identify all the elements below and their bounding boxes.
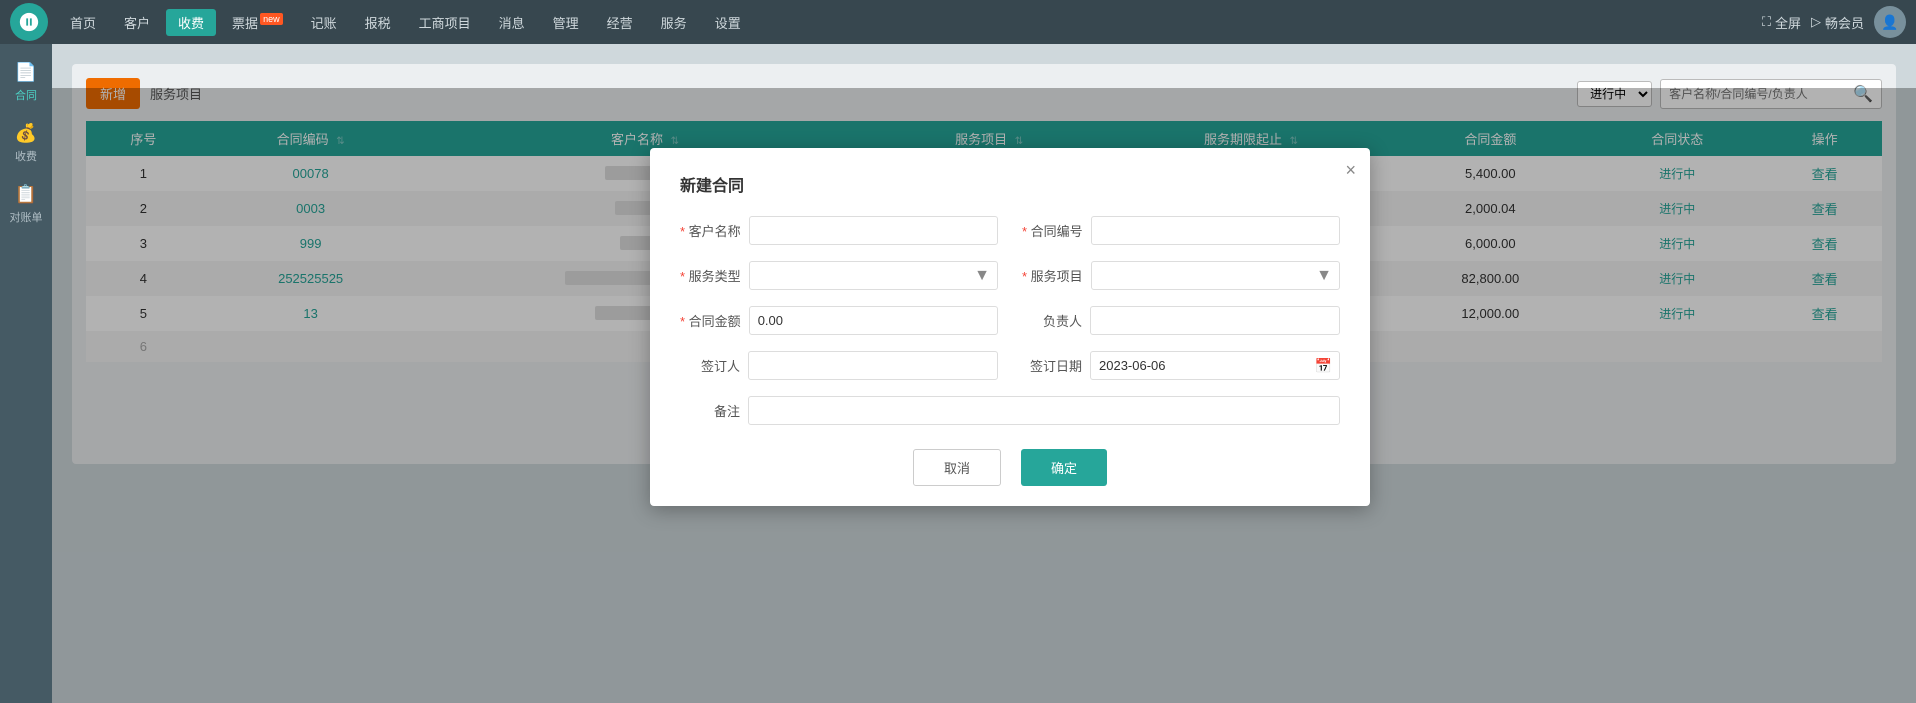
left-sidebar: 📄 合同 💰 收费 📋 对账单 [0,44,52,703]
app-logo [10,3,48,41]
field-sign-date: 签订日期 📅 [1022,351,1340,380]
invoice-icon: 💰 [15,123,37,144]
nav-manage[interactable]: 管理 [541,9,591,36]
nav-invoice-collect[interactable]: 收费 [166,9,216,36]
dialog-footer: 取消 确定 [680,449,1340,486]
dialog-form: 客户名称 合同编号 服务类型 ▼ 服务项目 [680,216,1340,425]
nav-tax[interactable]: 报税 [353,9,403,36]
nav-message[interactable]: 消息 [487,9,537,36]
label-remark: 备注 [680,401,740,420]
nav-service[interactable]: 服务 [649,9,699,36]
sidebar-item-contract[interactable]: 📄 合同 [2,54,50,111]
field-service-item: 服务项目 ▼ [1022,261,1340,290]
play-icon: ▷ [1811,14,1821,30]
nav-operation[interactable]: 经营 [595,9,645,36]
label-service-type: 服务类型 [680,266,741,285]
select-service-item[interactable] [1091,261,1340,290]
label-contract-no: 合同编号 [1022,221,1083,240]
field-customer-name: 客户名称 [680,216,998,245]
dialog-close-button[interactable]: × [1345,160,1356,181]
label-customer-name: 客户名称 [680,221,741,240]
confirm-button[interactable]: 确定 [1021,449,1107,486]
input-remark[interactable] [748,396,1340,425]
dialog-title: 新建合同 [680,172,1340,196]
field-remark: 备注 [680,396,1340,425]
field-contract-no: 合同编号 [1022,216,1340,245]
input-contract-no[interactable] [1091,216,1340,245]
nav-right: ⛶ 全屏 ▷ 畅会员 👤 [1762,6,1906,38]
member-label: 畅会员 [1825,13,1864,32]
label-sign-date: 签订日期 [1022,356,1082,375]
main-content: 新增 服务项目 进行中 已完成 已终止 🔍 序号 合同 [52,44,1916,703]
contract-icon: 📄 [15,62,37,83]
calendar-icon[interactable]: 📅 [1315,357,1332,374]
nav-home[interactable]: 首页 [58,9,108,36]
field-responsible: 负责人 [1022,306,1340,335]
sidebar-item-label-invoice: 收费 [15,148,37,164]
nav-bookkeeping[interactable]: 记账 [299,9,349,36]
nav-industry[interactable]: 工商项目 [407,9,483,36]
input-customer-name[interactable] [749,216,998,245]
input-signer[interactable] [748,351,998,380]
new-contract-dialog: × 新建合同 客户名称 合同编号 服务类型 ▼ [650,148,1370,506]
fullscreen-button[interactable]: ⛶ 全屏 [1762,13,1801,32]
statement-icon: 📋 [15,184,37,205]
member-button[interactable]: ▷ 畅会员 [1811,13,1864,32]
input-contract-amount[interactable] [749,306,998,335]
nav-items: 首页 客户 收费 票据new 记账 报税 工商项目 消息 管理 经营 服务 设置 [58,9,1762,36]
input-sign-date[interactable] [1090,351,1340,380]
sidebar-item-label-contract: 合同 [15,87,37,103]
field-signer: 签订人 [680,351,998,380]
field-service-type: 服务类型 ▼ [680,261,998,290]
cancel-button[interactable]: 取消 [913,449,1001,486]
sidebar-item-statement[interactable]: 📋 对账单 [2,176,50,233]
new-badge: new [260,13,283,25]
dialog-overlay: × 新建合同 客户名称 合同编号 服务类型 ▼ [52,88,1916,703]
label-signer: 签订人 [680,356,740,375]
top-nav: 首页 客户 收费 票据new 记账 报税 工商项目 消息 管理 经营 服务 设置… [0,0,1916,44]
select-service-type[interactable] [749,261,998,290]
sidebar-item-invoice[interactable]: 💰 收费 [2,115,50,172]
fullscreen-icon: ⛶ [1762,14,1771,30]
sidebar-item-label-statement: 对账单 [10,209,43,225]
fullscreen-label: 全屏 [1775,13,1801,32]
nav-ticket[interactable]: 票据new [220,9,295,36]
label-contract-amount: 合同金额 [680,311,741,330]
nav-customer[interactable]: 客户 [112,9,162,36]
nav-settings[interactable]: 设置 [703,9,753,36]
label-responsible: 负责人 [1022,311,1082,330]
input-responsible[interactable] [1090,306,1340,335]
field-contract-amount: 合同金额 [680,306,998,335]
avatar[interactable]: 👤 [1874,6,1906,38]
label-service-item: 服务项目 [1022,266,1083,285]
